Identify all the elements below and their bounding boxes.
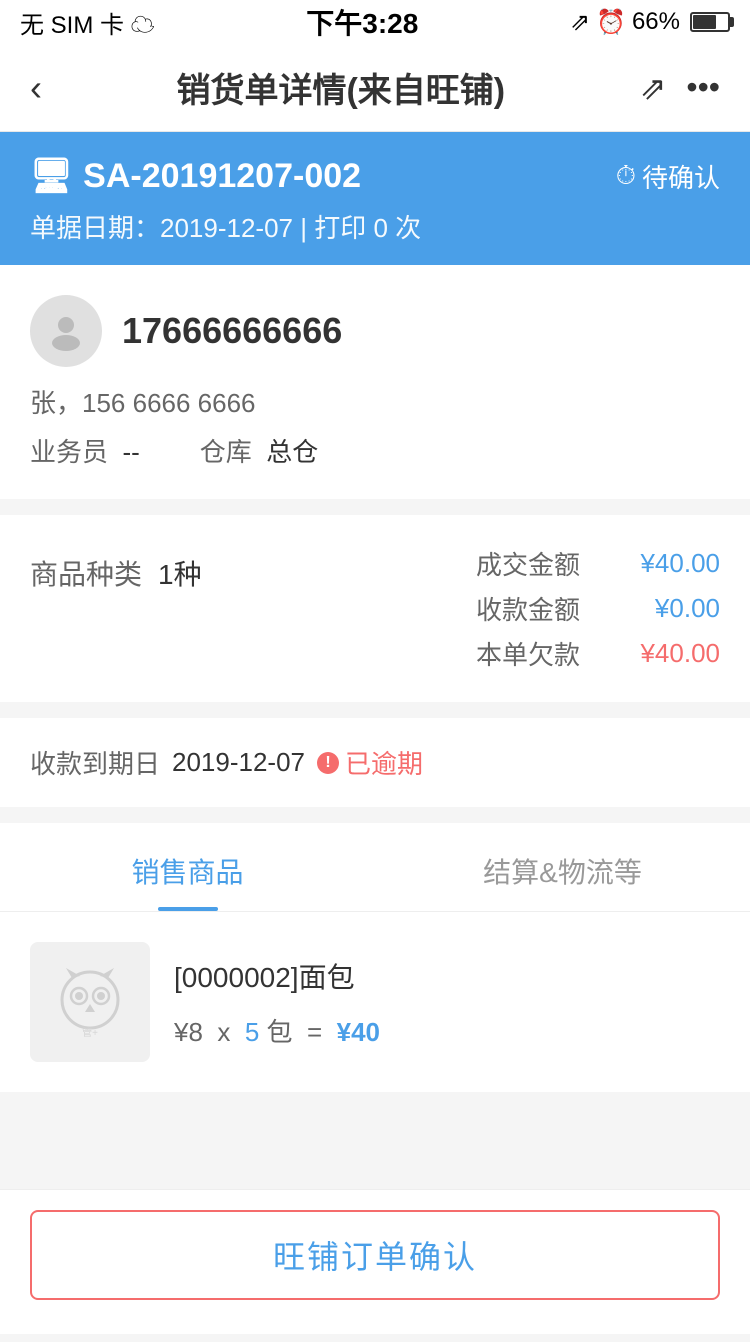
- order-status: ⏱ 待确认: [616, 158, 720, 195]
- status-right: ⇗ ⏰ 66%: [570, 8, 730, 37]
- due-date-label: 收款到期日: [30, 744, 160, 781]
- confirm-order-button[interactable]: 旺铺订单确认: [30, 1210, 720, 1300]
- back-button[interactable]: ‹: [30, 67, 42, 109]
- page-title: 销货单详情(来自旺铺): [176, 63, 505, 112]
- product-price: ¥8: [174, 1017, 203, 1047]
- more-icon[interactable]: •••: [686, 69, 720, 106]
- warehouse-label: 仓库 总仓: [200, 432, 318, 469]
- nav-bar: ‹ 销货单详情(来自旺铺) ⇗ •••: [0, 44, 750, 132]
- svg-text:管+: 管+: [82, 1026, 98, 1039]
- customer-meta: 业务员 -- 仓库 总仓: [30, 432, 720, 469]
- tabs-section: 销售商品 结算&物流等: [0, 823, 750, 1092]
- avatar: [30, 295, 102, 367]
- sim-label: 无 SIM 卡 ☁: [20, 5, 155, 40]
- product-thumbnail: 管+: [30, 942, 150, 1062]
- payment-amount-row: 收款金额 ¥0.00: [476, 590, 720, 627]
- status-bar: 无 SIM 卡 ☁ 下午3:28 ⇗ ⏰ 66%: [0, 0, 750, 44]
- debt-amount-label: 本单欠款: [476, 635, 580, 672]
- bottom-bar: 旺铺订单确认: [0, 1189, 750, 1334]
- product-info: [0000002]面包 ¥8 x 5 包 = ¥40: [174, 956, 720, 1049]
- debt-amount-value: ¥40.00: [600, 638, 720, 669]
- category-info: 商品种类 1种: [30, 545, 476, 593]
- alarm-icon: ⏰: [596, 8, 626, 37]
- tab-sales-products[interactable]: 销售商品: [0, 823, 375, 911]
- product-unit: 包: [267, 1017, 293, 1047]
- customer-sub-info: 张，156 6666 6666: [30, 383, 720, 420]
- share-icon[interactable]: ⇗: [640, 69, 667, 107]
- category-value: 1种: [158, 553, 202, 593]
- due-date-section: 收款到期日 2019-12-07 ! 已逾期: [0, 718, 750, 807]
- overdue-text: 已逾期: [345, 744, 423, 781]
- status-time: 下午3:28: [306, 2, 418, 42]
- summary-section: 商品种类 1种 成交金额 ¥40.00 收款金额 ¥0.00 本单欠款 ¥40.…: [0, 515, 750, 702]
- category-label: 商品种类: [30, 553, 142, 593]
- due-date-value: 2019-12-07: [172, 747, 305, 778]
- deal-amount-label: 成交金额: [476, 545, 580, 582]
- payment-amount-label: 收款金额: [476, 590, 580, 627]
- amount-summary: 成交金额 ¥40.00 收款金额 ¥0.00 本单欠款 ¥40.00: [476, 545, 720, 672]
- product-price-line: ¥8 x 5 包 = ¥40: [174, 1012, 720, 1049]
- order-date-info: 单据日期：2019-12-07 | 打印 0 次: [30, 208, 720, 245]
- overdue-icon: !: [317, 752, 339, 774]
- battery-label: 66%: [632, 8, 680, 36]
- overdue-badge: ! 已逾期: [317, 744, 423, 781]
- product-image: 管+: [50, 962, 130, 1042]
- product-qty: 5: [245, 1017, 259, 1047]
- clock-icon: ⏱: [616, 160, 636, 192]
- location-icon: ⇗: [570, 8, 590, 37]
- salesman-label: 业务员 --: [30, 432, 140, 469]
- customer-phone: 17666666666: [122, 310, 342, 352]
- product-name: [0000002]面包: [174, 956, 720, 996]
- nav-actions: ⇗ •••: [640, 69, 720, 107]
- product-total: ¥40: [337, 1017, 380, 1047]
- order-icon: 🖥: [30, 156, 73, 196]
- customer-section: 17666666666 张，156 6666 6666 业务员 -- 仓库 总仓: [0, 265, 750, 499]
- deal-amount-row: 成交金额 ¥40.00: [476, 545, 720, 582]
- status-left: 无 SIM 卡 ☁: [20, 5, 155, 40]
- payment-amount-value: ¥0.00: [600, 593, 720, 624]
- product-item: 管+ [0000002]面包 ¥8 x 5 包 = ¥40: [0, 912, 750, 1092]
- tab-settlement-logistics[interactable]: 结算&物流等: [375, 823, 750, 911]
- battery-icon: [690, 12, 730, 32]
- product-list: 管+ [0000002]面包 ¥8 x 5 包 = ¥40: [0, 912, 750, 1092]
- order-header: 🖥 SA-20191207-002 ⏱ 待确认 单据日期：2019-12-07 …: [0, 132, 750, 265]
- order-number: 🖥 SA-20191207-002: [30, 156, 361, 196]
- debt-amount-row: 本单欠款 ¥40.00: [476, 635, 720, 672]
- deal-amount-value: ¥40.00: [600, 548, 720, 579]
- tabs-header: 销售商品 结算&物流等: [0, 823, 750, 912]
